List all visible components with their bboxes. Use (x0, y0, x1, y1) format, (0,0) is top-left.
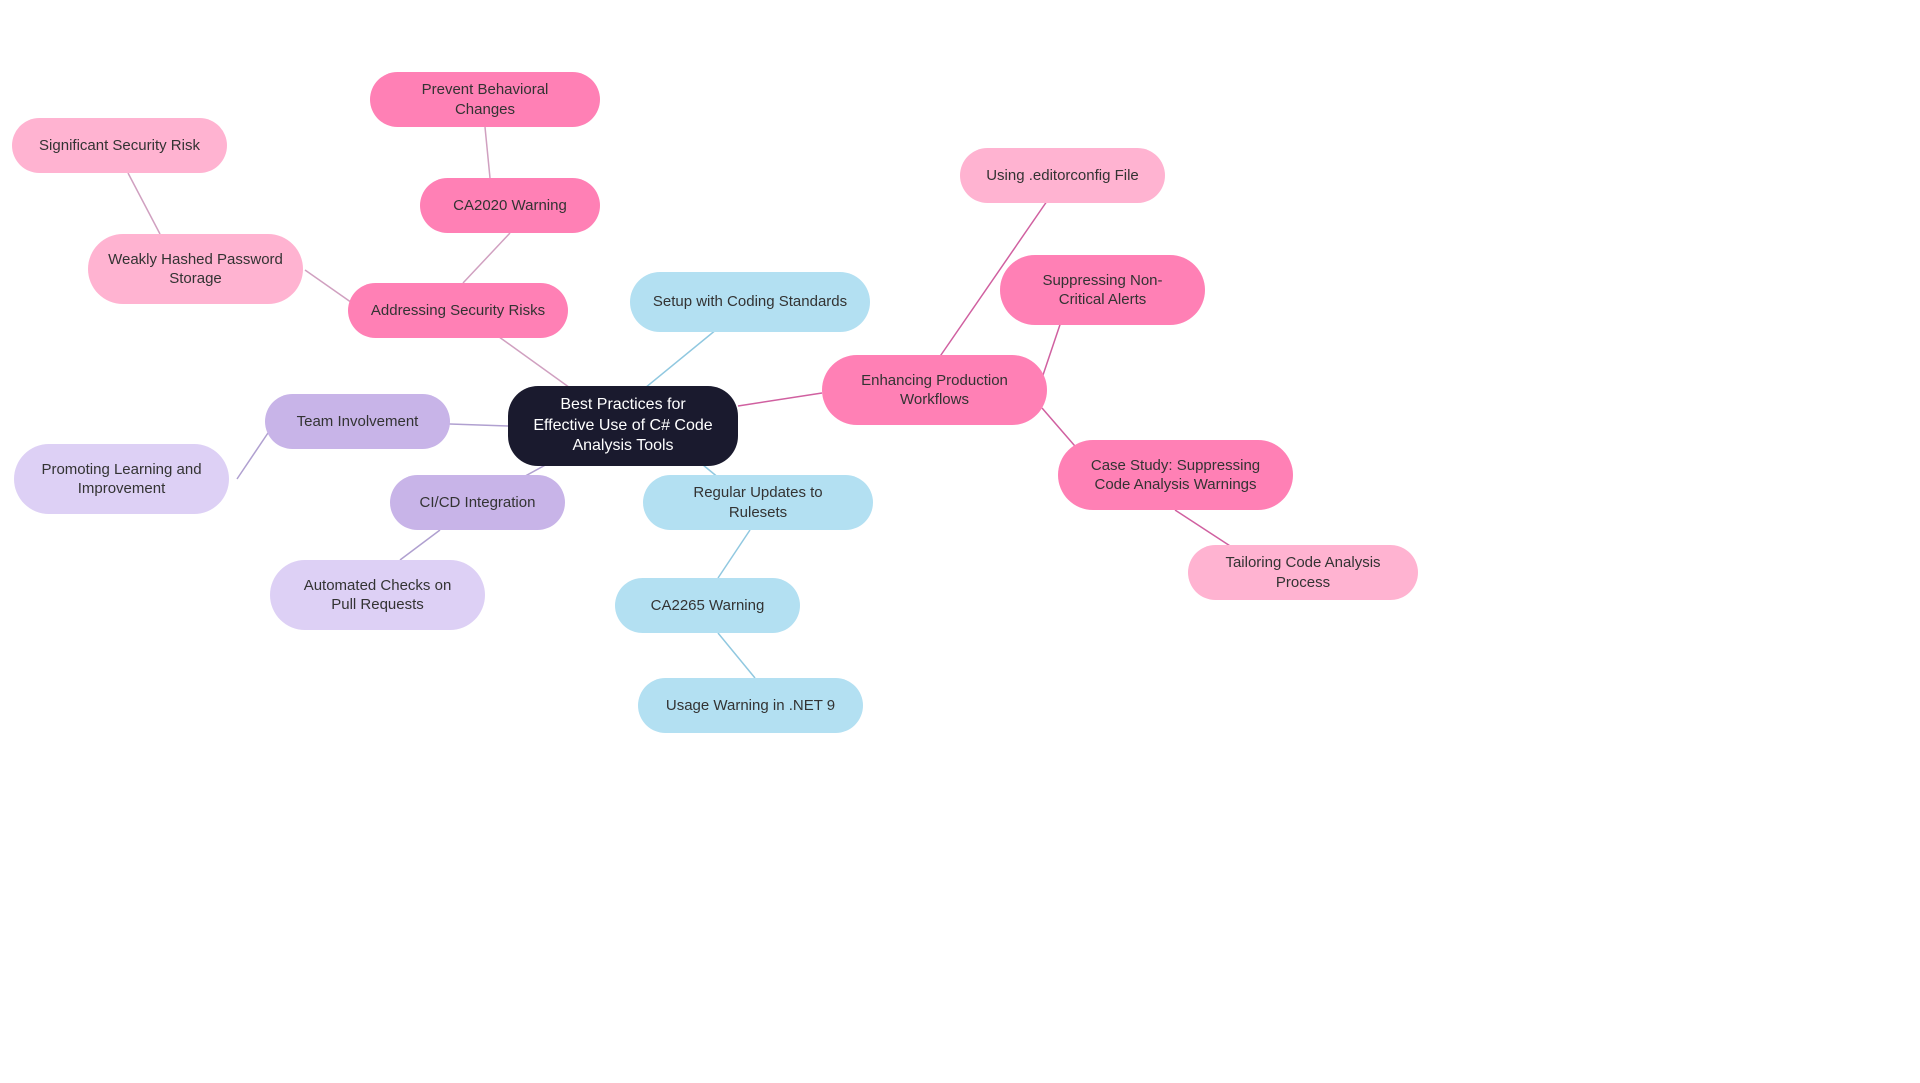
suppressing-non-critical-node: Suppressing Non-Critical Alerts (1000, 255, 1205, 325)
center-node: Best Practices for Effective Use of C# C… (508, 386, 738, 466)
cicd-integration-node: CI/CD Integration (390, 475, 565, 530)
using-editorconfig-node: Using .editorconfig File (960, 148, 1165, 203)
prevent-behavioral-changes-node: Prevent Behavioral Changes (370, 72, 600, 127)
usage-warning-node: Usage Warning in .NET 9 (638, 678, 863, 733)
regular-updates-node: Regular Updates to Rulesets (643, 475, 873, 530)
enhancing-production-node: Enhancing Production Workflows (822, 355, 1047, 425)
addressing-security-risks-node: Addressing Security Risks (348, 283, 568, 338)
ca2020-warning-node: CA2020 Warning (420, 178, 600, 233)
significant-security-risk-node: Significant Security Risk (12, 118, 227, 173)
setup-coding-standards-node: Setup with Coding Standards (630, 272, 870, 332)
tailoring-code-analysis-node: Tailoring Code Analysis Process (1188, 545, 1418, 600)
weakly-hashed-password-storage-node: Weakly Hashed Password Storage (88, 234, 303, 304)
promoting-learning-node: Promoting Learning and Improvement (14, 444, 229, 514)
case-study-suppressing-node: Case Study: Suppressing Code Analysis Wa… (1058, 440, 1293, 510)
automated-checks-node: Automated Checks on Pull Requests (270, 560, 485, 630)
team-involvement-node: Team Involvement (265, 394, 450, 449)
ca2265-warning-node: CA2265 Warning (615, 578, 800, 633)
